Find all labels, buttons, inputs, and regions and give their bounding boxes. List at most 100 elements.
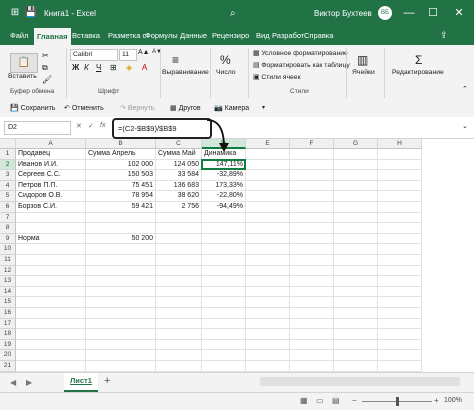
editing-button[interactable]: Редактирование — [392, 69, 444, 76]
user-name[interactable]: Виктор Бухтеев — [314, 9, 372, 18]
table-cell[interactable]: 136 683 — [158, 181, 199, 192]
row-header-14[interactable]: 14 — [0, 286, 16, 298]
cells-icon[interactable]: ▥ — [357, 53, 368, 67]
norma-value-cell[interactable]: 50 200 — [88, 234, 153, 245]
copy-icon[interactable]: ⧉ — [42, 63, 48, 73]
paste-button[interactable]: Вставить — [8, 73, 37, 80]
row-header-7[interactable]: 7 — [0, 212, 16, 224]
table-cell[interactable]: 78 954 — [88, 191, 153, 202]
sheet-tab-1[interactable]: Лист1 — [64, 373, 98, 392]
alignment-button[interactable]: Выравнивание — [162, 69, 209, 76]
tab-formulas[interactable]: Формулы — [145, 31, 178, 40]
row-header-12[interactable]: 12 — [0, 265, 16, 277]
zoom-out-button[interactable]: − — [352, 396, 357, 405]
font-name-select[interactable]: Calibri — [70, 49, 118, 61]
table-cell[interactable]: Сидоров О.В. — [18, 191, 83, 202]
italic-button[interactable]: К — [84, 63, 89, 72]
row-header-8[interactable]: 8 — [0, 223, 16, 234]
row-header-4[interactable]: 4 — [0, 180, 16, 192]
autosave-icon[interactable]: ⊞ — [8, 6, 22, 20]
alignment-icon[interactable]: ≡ — [172, 53, 179, 67]
table-cell[interactable]: -94,49% — [204, 202, 243, 213]
zoom-slider-thumb[interactable] — [396, 397, 399, 406]
sheet-bar: ◀ ▶ Лист1 + — [0, 372, 474, 393]
ribbon-separator — [346, 48, 347, 98]
prev-sheet-icon[interactable]: ◀ — [10, 378, 16, 387]
zoom-level[interactable]: 100% — [444, 397, 462, 404]
page-layout-view-icon[interactable]: ▭ — [316, 396, 324, 405]
spreadsheet-grid[interactable]: ABCDEFGH 1234567891011121314151617181920… — [0, 119, 474, 372]
row-header-15[interactable]: 15 — [0, 297, 16, 308]
row-header-6[interactable]: 6 — [0, 202, 16, 213]
table-cell[interactable]: Петров П.П. — [18, 181, 83, 192]
customize-toolbar-icon[interactable]: ▾ — [262, 104, 265, 111]
undo-button[interactable]: ↶ Отменить — [64, 104, 104, 112]
bold-button[interactable]: Ж — [72, 63, 79, 72]
table-cell[interactable]: 75 451 — [88, 181, 153, 192]
underline-button[interactable]: Ч — [96, 63, 101, 72]
tab-page-layout[interactable]: Разметка ст — [108, 31, 150, 40]
zoom-in-button[interactable]: + — [434, 396, 439, 405]
table-cell[interactable]: 2 756 — [158, 202, 199, 213]
save-quick-button[interactable]: 💾 Сохранить — [10, 104, 55, 112]
cond-format-button[interactable]: ▦ Условное форматирование — [253, 49, 348, 57]
tab-view[interactable]: Вид — [256, 31, 270, 40]
redo-icon: ↷ — [120, 105, 126, 112]
row-header-17[interactable]: 17 — [0, 318, 16, 330]
gridline-horizontal — [16, 285, 422, 287]
avatar[interactable]: ВБ — [378, 6, 392, 20]
row-header-9[interactable]: 9 — [0, 233, 16, 245]
tab-insert[interactable]: Вставка — [72, 31, 100, 40]
save-icon[interactable]: 💾 — [24, 6, 38, 20]
font-color-icon[interactable]: A — [142, 63, 147, 72]
fill-color-icon[interactable]: ◈ — [126, 63, 132, 72]
row-header-16[interactable]: 16 — [0, 308, 16, 319]
close-button[interactable]: ✕ — [448, 4, 470, 22]
page-break-view-icon[interactable]: ▤ — [332, 396, 340, 405]
tab-help[interactable]: Справка — [304, 31, 333, 40]
font-size-select[interactable]: 11 — [119, 49, 137, 61]
table-cell[interactable]: -22,80% — [204, 191, 243, 202]
table-cell[interactable]: Борзов С.И. — [18, 202, 83, 213]
row-header-5[interactable]: 5 — [0, 191, 16, 202]
format-painter-icon[interactable]: 🖌 — [42, 75, 52, 84]
row-header-11[interactable]: 11 — [0, 255, 16, 266]
row-header-20[interactable]: 20 — [0, 350, 16, 361]
editing-icon[interactable]: Σ — [415, 53, 422, 67]
next-sheet-icon[interactable]: ▶ — [26, 378, 32, 387]
paste-icon[interactable]: 📋 — [10, 53, 38, 73]
row-header-19[interactable]: 19 — [0, 339, 16, 351]
cell-styles-button[interactable]: ▣ Стили ячеек — [253, 73, 301, 81]
row-header-13[interactable]: 13 — [0, 276, 16, 287]
grow-font-icon[interactable]: A▲ — [138, 49, 150, 56]
number-button[interactable]: Число — [216, 69, 236, 76]
row-header-21[interactable]: 21 — [0, 361, 16, 372]
tab-home[interactable]: Главная — [34, 28, 71, 45]
table-cell[interactable]: 173,33% — [204, 181, 243, 192]
norma-label-cell[interactable]: Норма — [18, 234, 83, 245]
table-cell[interactable]: 59 421 — [88, 202, 153, 213]
camera-button[interactable]: 📷 Камера — [214, 104, 249, 112]
search-icon[interactable]: ⌕ — [230, 8, 244, 20]
percent-icon[interactable]: % — [220, 53, 231, 67]
minimize-button[interactable]: — — [398, 4, 420, 22]
collapse-ribbon-icon[interactable]: ⌃ — [462, 85, 468, 93]
add-sheet-button[interactable]: + — [104, 375, 110, 387]
normal-view-icon[interactable]: ▦ — [300, 396, 308, 405]
share-icon[interactable]: ⇪ — [440, 30, 448, 41]
drugs-button[interactable]: ▦ Другов — [170, 104, 201, 112]
cells-button[interactable]: Ячейки — [352, 69, 375, 76]
row-header-18[interactable]: 18 — [0, 329, 16, 340]
redo-button[interactable]: ↷ Вернуть — [120, 104, 155, 112]
row-header-10[interactable]: 10 — [0, 244, 16, 255]
tab-review[interactable]: Рецензиро — [212, 31, 249, 40]
cut-icon[interactable]: ✂ — [42, 51, 49, 60]
format-table-button[interactable]: ▤ Форматировать как таблицу — [253, 61, 350, 69]
tab-file[interactable]: Файл — [10, 31, 28, 40]
table-cell[interactable]: 38 620 — [158, 191, 199, 202]
tab-data[interactable]: Данные — [180, 31, 207, 40]
tab-developer[interactable]: Разработ — [272, 31, 304, 40]
maximize-button[interactable]: ☐ — [422, 4, 444, 22]
horizontal-scrollbar[interactable] — [260, 377, 460, 386]
borders-icon[interactable]: ⊞ — [110, 63, 117, 72]
